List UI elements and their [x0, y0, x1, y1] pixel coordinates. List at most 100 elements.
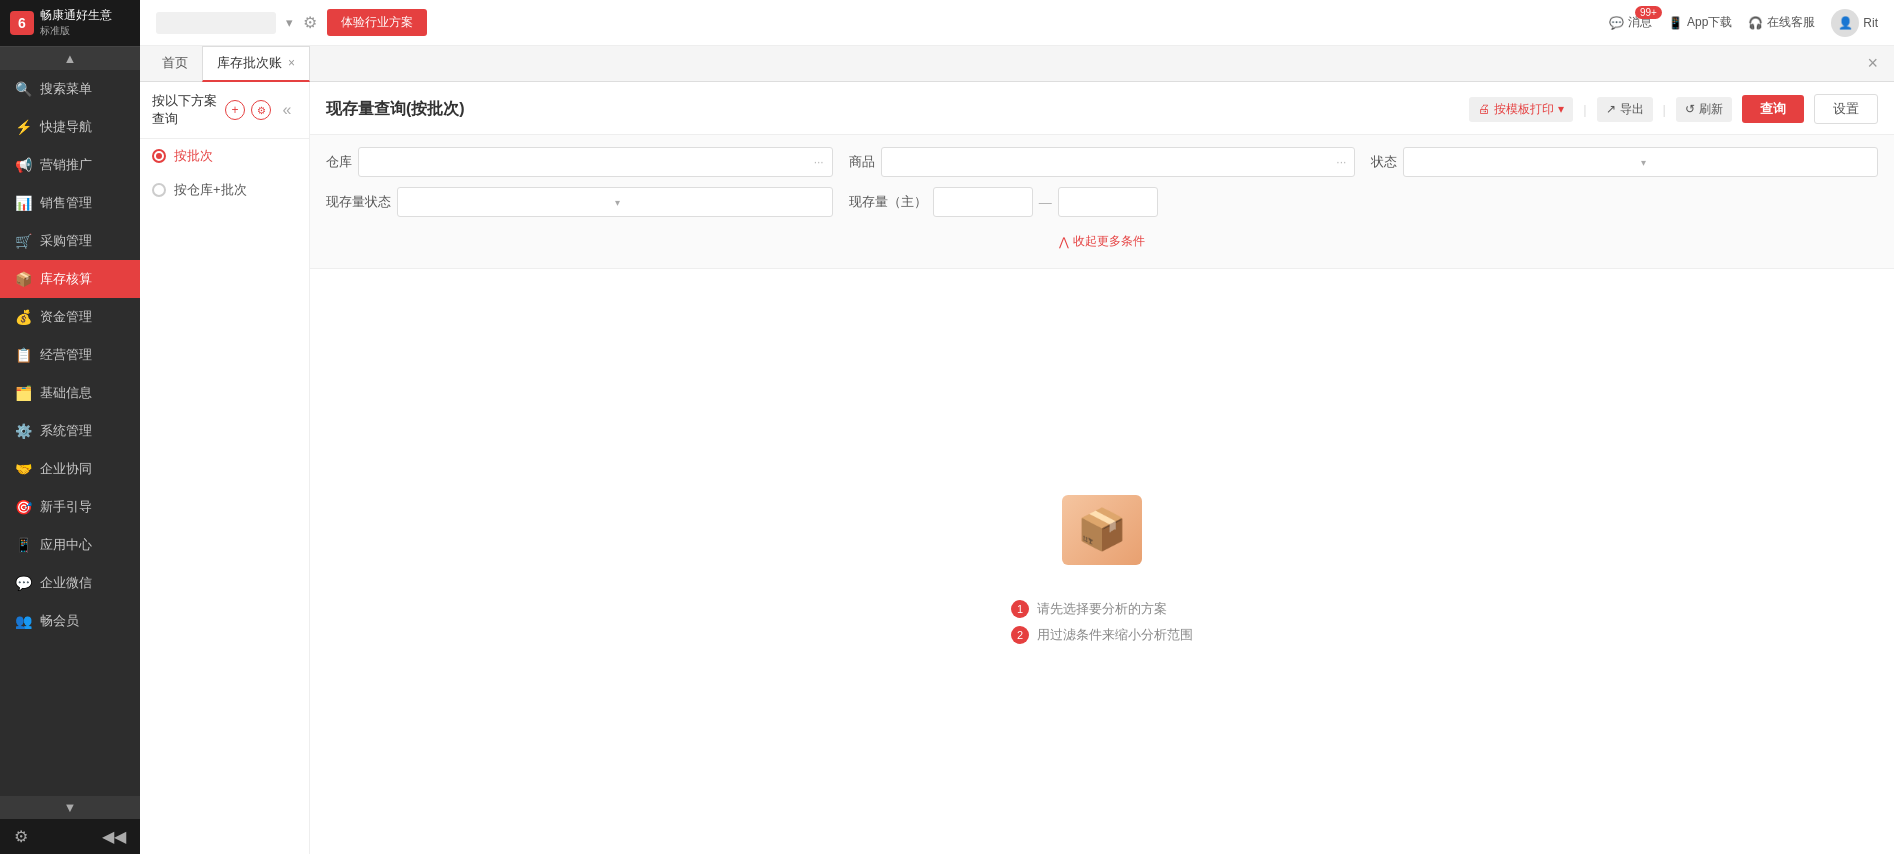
- phone-icon: 📱: [1668, 16, 1683, 30]
- nav-icon-guide: 🎯: [14, 498, 32, 516]
- tab-home-label: 首页: [162, 54, 188, 72]
- sidebar-item-members[interactable]: 👥 畅会员: [0, 602, 140, 640]
- nav-label-marketing: 营销推广: [40, 156, 92, 174]
- tab-home[interactable]: 首页: [148, 46, 202, 82]
- empty-state: 1 请先选择要分析的方案 2 用过滤条件来缩小分析范围: [310, 269, 1894, 854]
- warehouse-field: 仓库 ···: [326, 147, 833, 177]
- collapse-filter-button[interactable]: «: [277, 100, 297, 120]
- refresh-button[interactable]: ↺ 刷新: [1676, 97, 1732, 122]
- nav-icon-search-menu: 🔍: [14, 80, 32, 98]
- divider-2: |: [1663, 102, 1666, 117]
- stock-quantity-label: 现存量（主）: [849, 193, 927, 211]
- sidebar: 6 畅康通好生意 标准版 ▲ 🔍 搜索菜单⚡ 快捷导航📢 营销推广📊 销售管理🛒…: [0, 0, 140, 854]
- stock-quantity-dash: —: [1039, 195, 1052, 210]
- sidebar-item-search-menu[interactable]: 🔍 搜索菜单: [0, 70, 140, 108]
- app-version: 标准版: [40, 24, 112, 38]
- sidebar-item-quick-nav[interactable]: ⚡ 快捷导航: [0, 108, 140, 146]
- filter-panel-actions: + ⚙ «: [225, 100, 297, 120]
- experience-industry-button[interactable]: 体验行业方案: [327, 9, 427, 36]
- topbar: ▾ ⚙ 体验行业方案 💬 消息 99+ 📱 App下载 🎧 在线客服 👤 Rit: [140, 0, 1894, 46]
- product-input[interactable]: [890, 155, 1337, 170]
- app-download-action[interactable]: 📱 App下载: [1668, 14, 1732, 31]
- nav-icon-basic: 🗂️: [14, 384, 32, 402]
- content-area: 按以下方案查询 + ⚙ « 按批次 按仓库+批次 现存量查询(按批次): [140, 82, 1894, 854]
- filter-row-1: 仓库 ··· 商品 ···: [326, 147, 1878, 177]
- empty-step-2: 2 用过滤条件来缩小分析范围: [1011, 626, 1193, 644]
- sidebar-item-purchase[interactable]: 🛒 采购管理: [0, 222, 140, 260]
- collapse-label: 收起更多条件: [1073, 233, 1145, 250]
- search-button[interactable]: 查询: [1742, 95, 1804, 123]
- divider-1: |: [1583, 102, 1586, 117]
- nav-icon-quick-nav: ⚡: [14, 118, 32, 136]
- sidebar-scroll-up[interactable]: ▲: [0, 47, 140, 70]
- status-arrow-icon: ▾: [1641, 157, 1869, 168]
- export-button[interactable]: ↗ 导出: [1597, 97, 1653, 122]
- page-title: 现存量查询(按批次): [326, 99, 465, 120]
- product-input-wrap[interactable]: ···: [881, 147, 1356, 177]
- collapse-sidebar-icon[interactable]: ◀◀: [102, 827, 126, 846]
- user-action[interactable]: 👤 Rit: [1831, 9, 1878, 37]
- product-label: 商品: [849, 153, 875, 171]
- username-label: Rit: [1863, 16, 1878, 30]
- settings-icon[interactable]: ⚙: [14, 827, 28, 846]
- sidebar-item-wechat[interactable]: 💬 企业微信: [0, 564, 140, 602]
- tab-inventory-batch[interactable]: 库存批次账 ×: [202, 46, 310, 82]
- add-filter-button[interactable]: +: [225, 100, 245, 120]
- stock-quantity-min-input[interactable]: [933, 187, 1033, 217]
- stock-quantity-field: 现存量（主） —: [849, 187, 1356, 217]
- tab-panel-close-button[interactable]: ×: [1859, 53, 1886, 74]
- filter-panel-header: 按以下方案查询 + ⚙ «: [140, 82, 309, 139]
- step-1-text: 请先选择要分析的方案: [1037, 600, 1167, 618]
- warehouse-more-icon[interactable]: ···: [814, 155, 824, 169]
- topbar-gear-icon[interactable]: ⚙: [303, 13, 317, 32]
- print-chevron-icon: ▾: [1558, 102, 1564, 116]
- page-header-actions: 🖨 按模板打印 ▾ | ↗ 导出 | ↺ 刷新 查询 设置: [1469, 94, 1878, 124]
- filter-radio-by-batch: [152, 149, 166, 163]
- stock-status-label: 现存量状态: [326, 193, 391, 211]
- sidebar-item-system[interactable]: ⚙️ 系统管理: [0, 412, 140, 450]
- sidebar-item-guide[interactable]: 🎯 新手引导: [0, 488, 140, 526]
- product-more-icon[interactable]: ···: [1336, 155, 1346, 169]
- status-select[interactable]: ▾: [1403, 147, 1878, 177]
- nav-label-app-center: 应用中心: [40, 536, 92, 554]
- sidebar-item-inventory[interactable]: 📦 库存核算: [0, 260, 140, 298]
- nav-label-search-menu: 搜索菜单: [40, 80, 92, 98]
- stock-status-field: 现存量状态 ▾: [326, 187, 833, 217]
- sidebar-item-finance[interactable]: 💰 资金管理: [0, 298, 140, 336]
- stock-status-arrow-icon: ▾: [615, 197, 824, 208]
- nav-label-wechat: 企业微信: [40, 574, 92, 592]
- online-service-action[interactable]: 🎧 在线客服: [1748, 14, 1815, 31]
- nav-label-members: 畅会员: [40, 612, 79, 630]
- sidebar-nav: 🔍 搜索菜单⚡ 快捷导航📢 营销推广📊 销售管理🛒 采购管理📦 库存核算💰 资金…: [0, 70, 140, 796]
- messages-action[interactable]: 💬 消息 99+: [1609, 14, 1652, 31]
- stock-quantity-max-input[interactable]: [1058, 187, 1158, 217]
- tab-inventory-batch-close[interactable]: ×: [288, 56, 295, 70]
- filter-item-by-warehouse-batch[interactable]: 按仓库+批次: [140, 173, 309, 207]
- warehouse-input[interactable]: [367, 155, 814, 170]
- step-2-num: 2: [1011, 626, 1029, 644]
- status-label: 状态: [1371, 153, 1397, 171]
- topbar-search-input[interactable]: [156, 12, 276, 34]
- topbar-chevron-icon[interactable]: ▾: [286, 15, 293, 30]
- nav-label-business: 经营管理: [40, 346, 92, 364]
- sidebar-scroll-down[interactable]: ▼: [0, 796, 140, 819]
- tab-inventory-batch-label: 库存批次账: [217, 54, 282, 72]
- sidebar-item-marketing[interactable]: 📢 营销推广: [0, 146, 140, 184]
- setting-button[interactable]: 设置: [1814, 94, 1878, 124]
- nav-icon-system: ⚙️: [14, 422, 32, 440]
- sidebar-item-basic[interactable]: 🗂️ 基础信息: [0, 374, 140, 412]
- sidebar-item-sales[interactable]: 📊 销售管理: [0, 184, 140, 222]
- empty-illustration: [1042, 480, 1162, 580]
- filter-item-by-batch[interactable]: 按批次: [140, 139, 309, 173]
- stock-status-select[interactable]: ▾: [397, 187, 833, 217]
- print-template-button[interactable]: 🖨 按模板打印 ▾: [1469, 97, 1573, 122]
- collapse-more-row[interactable]: ⋀ 收起更多条件: [326, 227, 1878, 256]
- sidebar-item-enterprise[interactable]: 🤝 企业协同: [0, 450, 140, 488]
- sidebar-item-app-center[interactable]: 📱 应用中心: [0, 526, 140, 564]
- warehouse-label: 仓库: [326, 153, 352, 171]
- nav-label-quick-nav: 快捷导航: [40, 118, 92, 136]
- manage-filter-button[interactable]: ⚙: [251, 100, 271, 120]
- sidebar-item-business[interactable]: 📋 经营管理: [0, 336, 140, 374]
- warehouse-input-wrap[interactable]: ···: [358, 147, 833, 177]
- empty-steps: 1 请先选择要分析的方案 2 用过滤条件来缩小分析范围: [1011, 600, 1193, 644]
